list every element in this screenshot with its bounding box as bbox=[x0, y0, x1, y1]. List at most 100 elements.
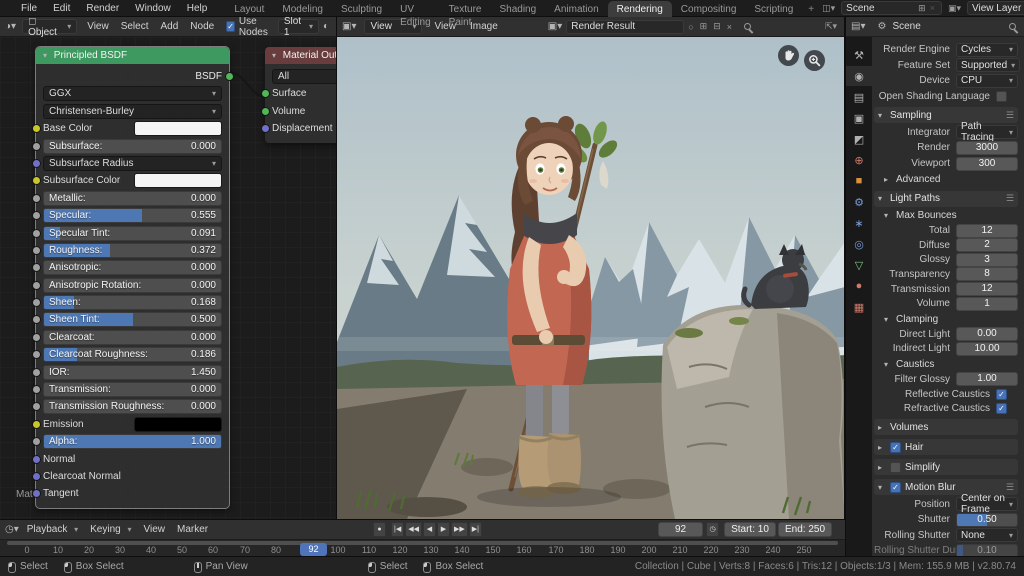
use-nodes-checkbox[interactable]: ✓ bbox=[226, 21, 235, 32]
specular-tint-slider[interactable]: Specular Tint:0.091 bbox=[43, 226, 222, 241]
refractive-caustics-checkbox[interactable]: ✓ bbox=[996, 403, 1007, 414]
motion-blur-checkbox[interactable]: ✓ bbox=[890, 482, 901, 493]
menu-window[interactable]: Window bbox=[127, 0, 179, 17]
tab-sculpting[interactable]: Sculpting bbox=[332, 1, 391, 17]
roughness-slider[interactable]: Roughness:0.372 bbox=[43, 243, 222, 258]
direct-light-field[interactable]: 0.00 bbox=[956, 327, 1018, 341]
transparency-bounces-field[interactable]: 8 bbox=[956, 267, 1018, 281]
samples-render-field[interactable]: 3000 bbox=[956, 141, 1018, 155]
filter-glossy-field[interactable]: 1.00 bbox=[956, 372, 1018, 386]
tab-texture-paint[interactable]: Texture Paint bbox=[440, 1, 491, 17]
subsurface-method-select[interactable]: Christensen-Burley▾ bbox=[43, 104, 222, 119]
material-preview-icon[interactable]: ◐ bbox=[323, 21, 329, 32]
open-image-icon[interactable]: ⊟ bbox=[713, 21, 721, 32]
subsurface-color-socket[interactable] bbox=[32, 176, 41, 185]
browse-image-icon[interactable]: ○ bbox=[688, 22, 693, 32]
simplify-checkbox[interactable] bbox=[890, 462, 901, 473]
pin-image-icon[interactable] bbox=[744, 23, 751, 30]
motion-blur-options-icon[interactable]: ☰ bbox=[1006, 482, 1014, 493]
emission-swatch[interactable] bbox=[134, 417, 222, 432]
scene-icon[interactable]: ◫▾ bbox=[822, 3, 835, 14]
advanced-subpanel[interactable]: ▸Advanced bbox=[874, 173, 1018, 187]
menu-file[interactable]: File bbox=[13, 0, 45, 17]
tab-uv-editing[interactable]: UV Editing bbox=[391, 1, 440, 17]
bsdf-output-socket[interactable] bbox=[225, 72, 234, 81]
sampling-presets-icon[interactable]: ☰ bbox=[1006, 110, 1014, 121]
sheen-slider[interactable]: Sheen:0.168 bbox=[43, 295, 222, 310]
sheen-socket[interactable] bbox=[32, 298, 41, 307]
osl-checkbox[interactable] bbox=[996, 91, 1007, 102]
image-selector[interactable]: Render Result bbox=[566, 20, 684, 34]
surface-input-socket[interactable] bbox=[261, 89, 270, 98]
tab-layout[interactable]: Layout bbox=[225, 1, 273, 17]
light-paths-panel-header[interactable]: ▾Light Paths ☰ bbox=[874, 191, 1018, 207]
total-bounces-field[interactable]: 12 bbox=[956, 224, 1018, 238]
current-frame-marker[interactable]: 92 bbox=[300, 543, 327, 556]
glossy-bounces-field[interactable]: 3 bbox=[956, 253, 1018, 267]
hair-checkbox[interactable]: ✓ bbox=[890, 442, 901, 453]
mb-shutter-slider[interactable]: 0.50 bbox=[956, 513, 1018, 527]
view-layer-selector[interactable]: View Layer ⊞ × bbox=[967, 1, 1024, 15]
normal-socket[interactable] bbox=[32, 455, 41, 464]
subsurface-radius-select[interactable]: Subsurface Radius▾ bbox=[43, 156, 222, 171]
reflective-caustics-checkbox[interactable]: ✓ bbox=[996, 389, 1007, 400]
alpha-slider[interactable]: Alpha:1.000 bbox=[43, 434, 222, 449]
subsurface-radius-socket[interactable] bbox=[32, 159, 41, 168]
new-image-icon[interactable]: ⊞ bbox=[700, 21, 708, 32]
timeline-menu-view[interactable]: View bbox=[138, 524, 172, 535]
auto-keyframe-button[interactable]: ● bbox=[373, 522, 386, 537]
shader-type-select[interactable]: ◻ Object ▾ bbox=[22, 19, 77, 34]
use-preview-range-button[interactable]: ◷ bbox=[706, 522, 719, 537]
volume-input-socket[interactable] bbox=[261, 107, 270, 116]
frame-end-field[interactable]: End: 250 bbox=[778, 522, 832, 537]
view-layer-tab[interactable]: ▣ bbox=[846, 108, 872, 128]
feature-set-select[interactable]: Supported▾ bbox=[956, 58, 1020, 72]
ior-socket[interactable] bbox=[32, 368, 41, 377]
pan-view-button[interactable] bbox=[778, 45, 799, 66]
sheen-tint-socket[interactable] bbox=[32, 315, 41, 324]
specular-socket[interactable] bbox=[32, 211, 41, 220]
volume-bounces-field[interactable]: 1 bbox=[956, 297, 1018, 311]
specular-tint-socket[interactable] bbox=[32, 229, 41, 238]
device-select[interactable]: CPU▾ bbox=[956, 74, 1018, 88]
principled-bsdf-header[interactable]: ▾ Principled BSDF bbox=[36, 47, 229, 64]
transmission-slider[interactable]: Transmission:0.000 bbox=[43, 382, 222, 397]
zoom-view-button[interactable] bbox=[804, 50, 825, 71]
subsurface-socket[interactable] bbox=[32, 142, 41, 151]
distribution-select[interactable]: GGX▾ bbox=[43, 86, 222, 101]
anisotropic-slider[interactable]: Anisotropic:0.000 bbox=[43, 260, 222, 275]
tab-modeling[interactable]: Modeling bbox=[273, 1, 332, 17]
next-keyframe-button[interactable]: ▶▶ bbox=[451, 522, 468, 537]
base-color-swatch[interactable] bbox=[134, 121, 222, 136]
tangent-socket[interactable] bbox=[32, 489, 41, 498]
principled-bsdf-node[interactable]: ▾ Principled BSDF BSDF GGX▾ Christensen-… bbox=[36, 47, 229, 508]
metallic-socket[interactable] bbox=[32, 194, 41, 203]
scene-selector[interactable]: Scene ⊞ × bbox=[841, 1, 942, 15]
object-data-tab[interactable]: ▽ bbox=[846, 255, 872, 275]
close-scene-icon[interactable]: × bbox=[930, 3, 935, 13]
play-button[interactable]: ▶ bbox=[437, 522, 450, 537]
material-output-node[interactable]: ▾ Material Out All Surface Volume Displa… bbox=[265, 47, 337, 143]
scene-tab[interactable]: ◩ bbox=[846, 129, 872, 149]
transmission-roughness-socket[interactable] bbox=[32, 402, 41, 411]
material-output-header[interactable]: ▾ Material Out bbox=[265, 47, 337, 64]
output-tab[interactable]: ▤ bbox=[846, 87, 872, 107]
volumes-panel-header[interactable]: ▸Volumes bbox=[874, 419, 1018, 435]
editor-type-properties-icon[interactable]: ▤▾ bbox=[851, 21, 865, 32]
texture-tab[interactable]: ▦ bbox=[846, 297, 872, 317]
play-reverse-button[interactable]: ◀ bbox=[423, 522, 436, 537]
editor-type-shader-icon[interactable]: ◑▾ bbox=[5, 21, 16, 32]
clearcoat-socket[interactable] bbox=[32, 333, 41, 342]
roughness-socket[interactable] bbox=[32, 246, 41, 255]
simplify-panel-header[interactable]: ▸Simplify bbox=[874, 459, 1018, 475]
transmission-bounces-field[interactable]: 12 bbox=[956, 282, 1018, 296]
samples-viewport-field[interactable]: 300 bbox=[956, 157, 1018, 171]
add-workspace-button[interactable]: + bbox=[802, 1, 820, 17]
jump-to-start-button[interactable]: |◀ bbox=[391, 522, 404, 537]
mb-rolling-shutter-select[interactable]: None▾ bbox=[956, 528, 1018, 542]
particles-tab[interactable]: ∗ bbox=[846, 213, 872, 233]
clearcoat-roughness-slider[interactable]: Clearcoat Roughness:0.186 bbox=[43, 347, 222, 362]
light-paths-presets-icon[interactable]: ☰ bbox=[1006, 193, 1014, 204]
caustics-subpanel[interactable]: ▾Caustics bbox=[874, 357, 1018, 371]
unlink-image-icon[interactable]: × bbox=[727, 22, 732, 32]
